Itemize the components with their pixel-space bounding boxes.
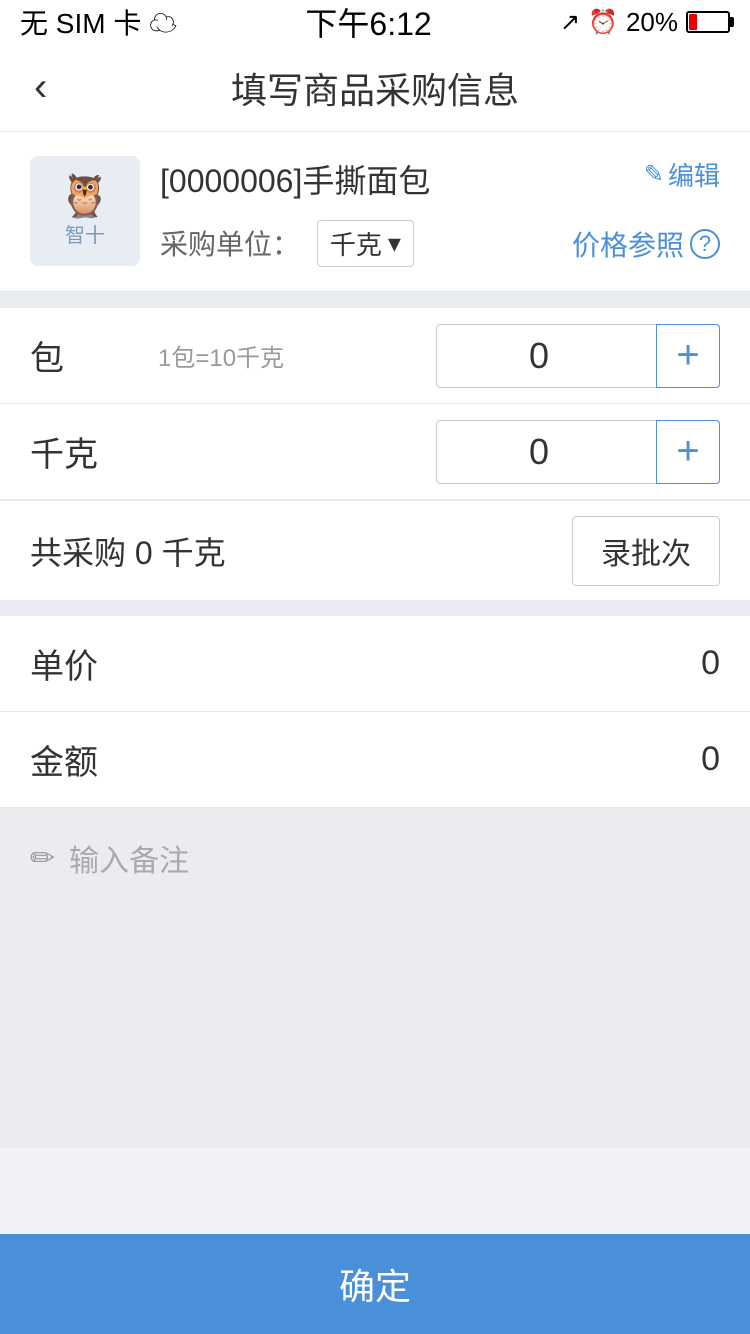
edit-icon: ✎ bbox=[644, 160, 664, 189]
kg-quantity-input[interactable] bbox=[436, 420, 656, 484]
confirm-label: 确定 bbox=[339, 1258, 411, 1310]
kg-plus-button[interactable]: + bbox=[656, 420, 720, 484]
battery-percent: 20% bbox=[626, 7, 678, 38]
product-owl-icon: 🦉 bbox=[59, 175, 111, 217]
unit-price-value: 0 bbox=[701, 644, 720, 683]
unit-dropdown-arrow: ▾ bbox=[388, 228, 401, 259]
unit-label-area: 采购单位： 千克 ▾ bbox=[160, 220, 414, 267]
edit-label: 编辑 bbox=[668, 156, 720, 193]
bag-plus-button[interactable]: + bbox=[656, 324, 720, 388]
status-right: ↗ ⏰ 20% bbox=[560, 7, 730, 38]
record-batch-button[interactable]: 录批次 bbox=[572, 516, 720, 586]
bag-quantity-input[interactable] bbox=[436, 324, 656, 388]
nav-bar: ‹ 填写商品采购信息 bbox=[0, 44, 750, 132]
unit-price-row: 单价 0 bbox=[0, 616, 750, 712]
price-reference-button[interactable]: 价格参照 ? bbox=[572, 224, 720, 264]
unit-price-label: 单价 bbox=[30, 639, 98, 688]
total-row: 共采购 0 千克 录批次 bbox=[0, 500, 750, 600]
product-info: [0000006]手撕面包 ✎ 编辑 采购单位： 千克 ▾ 价格参照 ? bbox=[160, 156, 720, 267]
bag-label: 包 bbox=[30, 331, 150, 380]
price-ref-help-icon: ? bbox=[690, 229, 720, 259]
no-sim-label: 无 SIM 卡 ☁ bbox=[20, 2, 177, 42]
amount-value: 0 bbox=[701, 740, 720, 779]
product-header: [0000006]手撕面包 ✎ 编辑 bbox=[160, 156, 720, 202]
product-unit-row: 采购单位： 千克 ▾ 价格参照 ? bbox=[160, 220, 720, 267]
quantity-section: 包 1包=10千克 + 千克 + 共采购 0 千克 录批次 bbox=[0, 308, 750, 600]
battery-icon bbox=[686, 11, 730, 33]
confirm-button[interactable]: 确定 bbox=[0, 1234, 750, 1334]
section-divider-1 bbox=[0, 292, 750, 308]
bag-input-group: + bbox=[436, 324, 720, 388]
amount-row: 金额 0 bbox=[0, 712, 750, 808]
unit-selector[interactable]: 千克 ▾ bbox=[317, 220, 414, 267]
nav-icon: ↗ bbox=[560, 8, 580, 37]
product-thumb-text: 智十 bbox=[65, 219, 105, 248]
edit-button[interactable]: ✎ 编辑 bbox=[644, 156, 720, 193]
product-card: 🦉 智十 [0000006]手撕面包 ✎ 编辑 采购单位： 千克 ▾ 价格参照 … bbox=[0, 132, 750, 292]
status-time: 下午6:12 bbox=[305, 0, 431, 45]
product-thumbnail: 🦉 智十 bbox=[30, 156, 140, 266]
status-bar: 无 SIM 卡 ☁ 下午6:12 ↗ ⏰ 20% bbox=[0, 0, 750, 44]
bag-row: 包 1包=10千克 + bbox=[0, 308, 750, 404]
section-divider-2 bbox=[0, 600, 750, 616]
notes-placeholder: 输入备注 bbox=[69, 836, 189, 880]
unit-label: 采购单位： bbox=[160, 229, 300, 260]
notes-section[interactable]: ✏ 输入备注 bbox=[0, 808, 750, 1148]
bag-sublabel: 1包=10千克 bbox=[158, 338, 284, 373]
back-button[interactable]: ‹ bbox=[24, 55, 57, 120]
product-name: [0000006]手撕面包 bbox=[160, 156, 430, 202]
notes-input-area: ✏ 输入备注 bbox=[30, 836, 720, 880]
notes-pencil-icon: ✏ bbox=[30, 841, 55, 876]
alarm-icon: ⏰ bbox=[588, 8, 618, 37]
pricing-section: 单价 0 金额 0 bbox=[0, 616, 750, 808]
unit-value: 千克 bbox=[330, 225, 382, 262]
amount-label: 金额 bbox=[30, 735, 98, 784]
kg-input-group: + bbox=[436, 420, 720, 484]
price-ref-label: 价格参照 bbox=[572, 224, 684, 264]
total-label: 共采购 0 千克 bbox=[30, 528, 226, 574]
status-left: 无 SIM 卡 ☁ bbox=[20, 2, 177, 42]
kg-label: 千克 bbox=[30, 427, 150, 476]
page-title: 填写商品采购信息 bbox=[231, 62, 519, 114]
kg-row: 千克 + bbox=[0, 404, 750, 500]
